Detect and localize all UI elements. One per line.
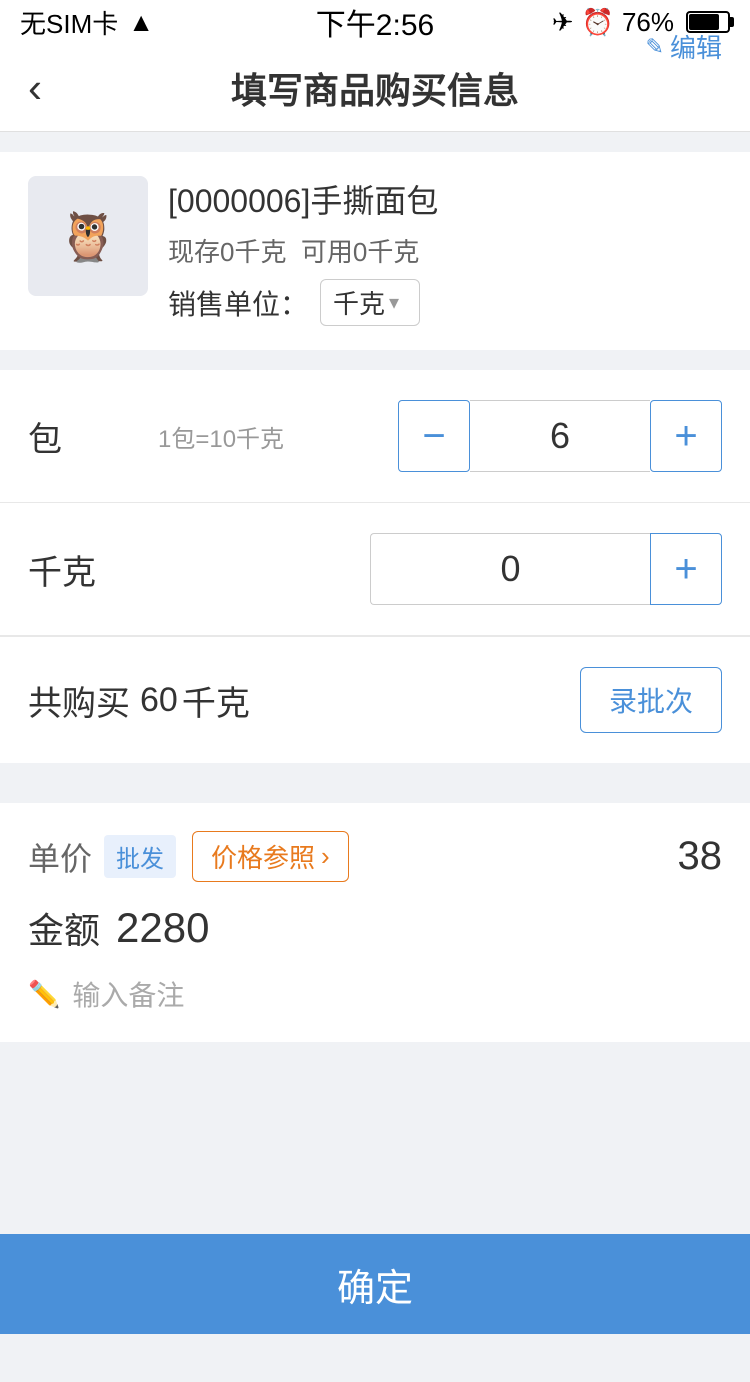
kg-controls: + [370, 533, 722, 605]
pack-row: 包 1包=10千克 − + [0, 370, 750, 503]
remark-row[interactable]: ✏️ 输入备注 [28, 974, 722, 1014]
amount-value: 2280 [116, 904, 209, 952]
price-ref-label: 价格参照 [211, 838, 315, 875]
total-label: 共购买 [28, 676, 130, 725]
back-button[interactable]: ‹ [28, 64, 42, 112]
price-value: 38 [678, 834, 723, 879]
product-name: [0000006]手撕面包 [168, 176, 722, 222]
kg-row: 千克 + [0, 503, 750, 636]
alarm-icon: ⏰ [582, 7, 614, 38]
price-ref-arrow: › [321, 841, 330, 872]
carrier-label: 无SIM卡 [20, 4, 118, 41]
price-label: 单价 [28, 834, 92, 880]
product-logo: 🦉 [58, 208, 118, 265]
pencil-icon: ✏️ [28, 979, 60, 1010]
pack-decrement-button[interactable]: − [398, 400, 470, 472]
input-section: 包 1包=10千克 − + 千克 + 共购买 60 千克 录批次 [0, 370, 750, 763]
pack-sublabel: 1包=10千克 [158, 419, 284, 454]
pack-increment-button[interactable]: + [650, 400, 722, 472]
pack-label: 包 [28, 412, 148, 461]
product-unit-row: 销售单位： 千克 ▾ [168, 279, 722, 326]
kg-input[interactable] [370, 533, 650, 605]
amount-label: 金额 [28, 902, 100, 954]
pack-controls: − + [398, 400, 722, 472]
location-icon: ✈ [552, 7, 574, 38]
divider-1 [0, 350, 750, 370]
product-stock: 现存0千克 可用0千克 [168, 232, 722, 269]
wifi-icon: ▲ [128, 7, 154, 38]
product-card: 🦉 [0000006]手撕面包 现存0千克 可用0千克 销售单位： 千克 ▾ ✎… [0, 152, 750, 350]
total-unit: 千克 [182, 676, 250, 725]
status-time: 下午2:56 [316, 0, 434, 44]
unit-select[interactable]: 千克 ▾ [320, 279, 420, 326]
remark-placeholder: 输入备注 [72, 974, 184, 1014]
confirm-button[interactable]: 确定 [0, 1234, 750, 1334]
price-section: 单价 批发 价格参照 › 38 金额 2280 ✏️ 输入备注 [0, 803, 750, 1042]
divider-2 [0, 763, 750, 783]
amount-row: 金额 2280 [28, 902, 722, 954]
kg-increment-button[interactable]: + [650, 533, 722, 605]
price-ref-button[interactable]: 价格参照 › [192, 831, 349, 882]
page-title: 填写商品购买信息 [231, 62, 519, 114]
edit-button[interactable]: ✎ 编辑 [646, 28, 722, 65]
kg-label: 千克 [28, 545, 148, 594]
total-value: 60 [140, 681, 178, 720]
status-left: 无SIM卡 ▲ [20, 4, 154, 41]
unit-label: 销售单位： [168, 283, 308, 323]
pack-input[interactable] [470, 400, 650, 472]
record-batch-button[interactable]: 录批次 [580, 667, 722, 733]
status-bar: 无SIM卡 ▲ 下午2:56 ✈ ⏰ 76% [0, 0, 750, 44]
nav-bar: ‹ 填写商品购买信息 [0, 44, 750, 132]
product-image: 🦉 [28, 176, 148, 296]
product-info: [0000006]手撕面包 现存0千克 可用0千克 销售单位： 千克 ▾ [168, 176, 722, 326]
price-row: 单价 批发 价格参照 › 38 [28, 831, 722, 882]
total-row: 共购买 60 千克 录批次 [0, 636, 750, 763]
price-tag: 批发 [104, 835, 176, 878]
